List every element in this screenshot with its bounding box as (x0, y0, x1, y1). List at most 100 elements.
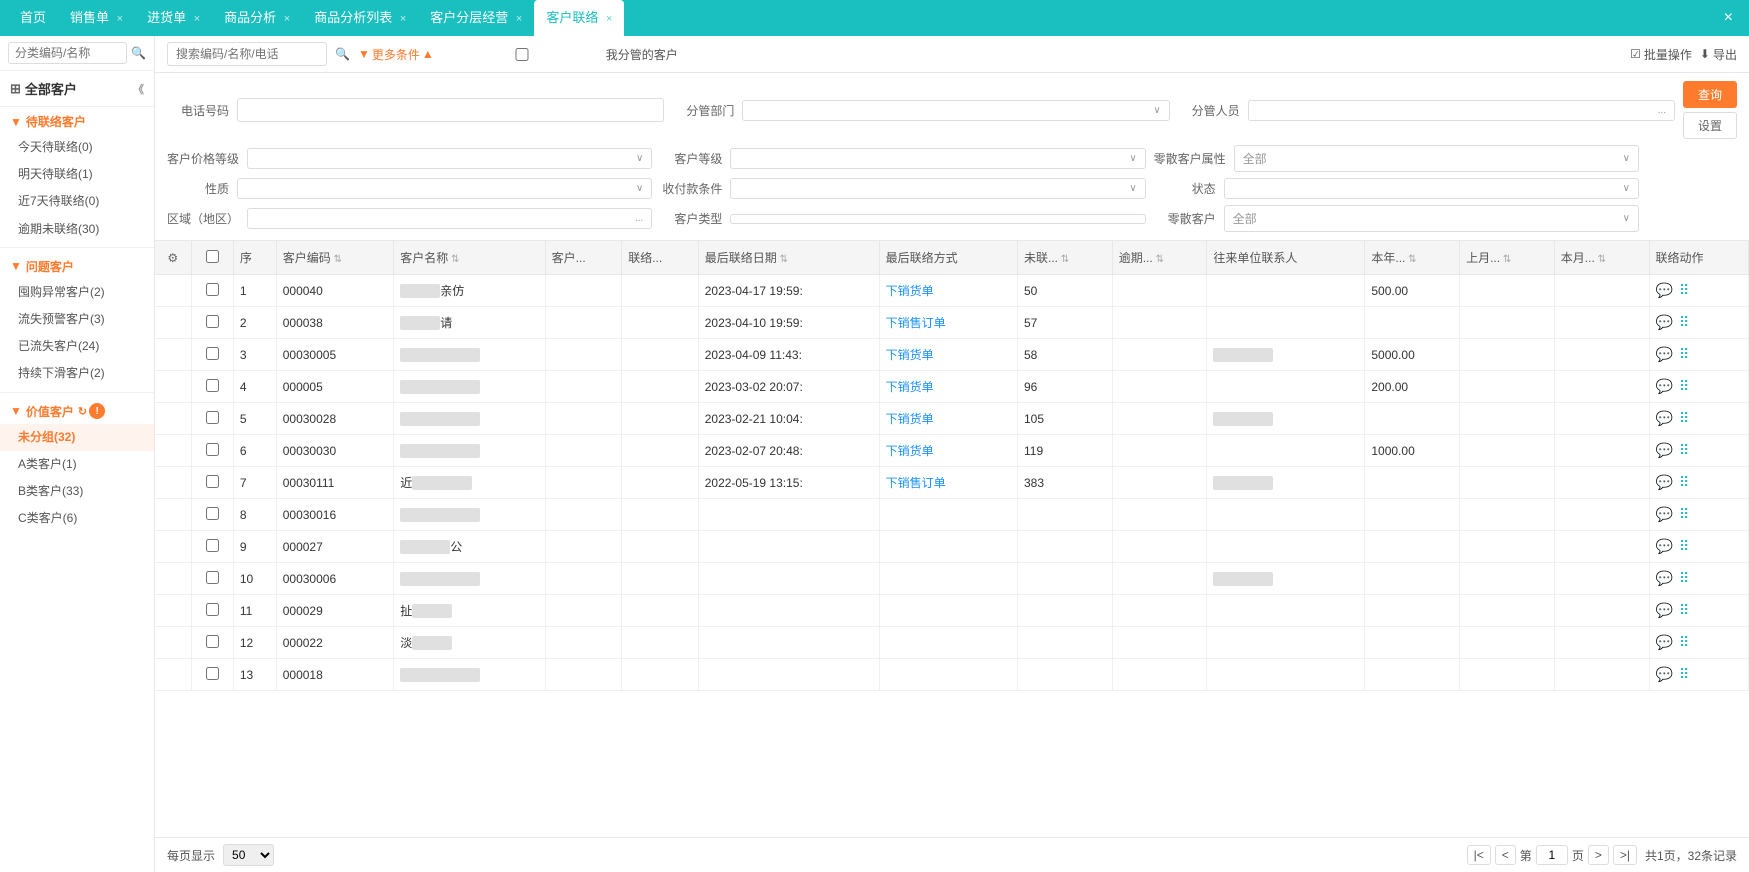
gear-column-header[interactable]: ⚙ (155, 241, 191, 275)
action-contact-icon[interactable]: 💬 (1656, 506, 1673, 523)
my-customers-checkbox-label[interactable]: 我分管的客户 (442, 46, 678, 63)
filter-status-select[interactable]: ∨ (1224, 178, 1639, 199)
window-close-button[interactable]: × (1716, 9, 1741, 27)
row-checkbox[interactable] (206, 379, 219, 392)
row-checkbox-cell[interactable] (191, 339, 233, 371)
code-column-header[interactable]: 客户编码 (276, 241, 394, 275)
row-last-contact-method[interactable]: 下销货单 (879, 275, 1017, 307)
more-conditions-btn[interactable]: ▼ 更多条件 ▲ (358, 46, 434, 63)
no-days-header[interactable]: 未联... (1017, 241, 1112, 275)
row-gear[interactable] (155, 659, 191, 691)
nav-purchase[interactable]: 进货单 × (135, 0, 212, 36)
row-checkbox[interactable] (206, 635, 219, 648)
row-checkbox[interactable] (206, 571, 219, 584)
row-checkbox-cell[interactable] (191, 307, 233, 339)
this-month-header[interactable]: 本月... (1554, 241, 1649, 275)
action-more-icon[interactable]: ⠿ (1679, 474, 1689, 491)
row-last-contact-method[interactable]: 下销货单 (879, 371, 1017, 403)
row-gear[interactable] (155, 435, 191, 467)
select-all-checkbox[interactable] (206, 250, 219, 263)
row-checkbox-cell[interactable] (191, 371, 233, 403)
nav-home[interactable]: 首页 (8, 0, 58, 36)
close-product-analysis-icon[interactable]: × (284, 13, 290, 25)
action-more-icon[interactable]: ⠿ (1679, 378, 1689, 395)
row-last-contact-method[interactable] (879, 595, 1017, 627)
row-checkbox-cell[interactable] (191, 531, 233, 563)
row-gear[interactable] (155, 563, 191, 595)
action-more-icon[interactable]: ⠿ (1679, 314, 1689, 331)
export-btn[interactable]: ⬇ 导出 (1700, 46, 1737, 63)
action-contact-icon[interactable]: 💬 (1656, 602, 1673, 619)
sidebar-search-input[interactable] (8, 42, 127, 64)
action-contact-icon[interactable]: 💬 (1656, 378, 1673, 395)
row-checkbox-cell[interactable] (191, 659, 233, 691)
close-contact-icon[interactable]: × (606, 13, 612, 25)
row-checkbox[interactable] (206, 507, 219, 520)
filter-manager-select[interactable]: ... (1248, 100, 1675, 121)
action-contact-icon[interactable]: 💬 (1656, 442, 1673, 459)
name-column-header[interactable]: 客户名称 (394, 241, 545, 275)
row-gear[interactable] (155, 339, 191, 371)
action-more-icon[interactable]: ⠿ (1679, 282, 1689, 299)
last-contact-date-header[interactable]: 最后联络日期 (698, 241, 879, 275)
row-gear[interactable] (155, 499, 191, 531)
nav-product-analysis-list[interactable]: 商品分析列表 × (302, 0, 418, 36)
row-checkbox[interactable] (206, 603, 219, 616)
row-gear[interactable] (155, 371, 191, 403)
first-page-btn[interactable]: |< (1467, 845, 1491, 865)
action-more-icon[interactable]: ⠿ (1679, 538, 1689, 555)
row-checkbox-cell[interactable] (191, 403, 233, 435)
row-last-contact-method[interactable] (879, 563, 1017, 595)
my-customers-checkbox[interactable] (442, 48, 602, 61)
action-more-icon[interactable]: ⠿ (1679, 602, 1689, 619)
checkbox-column-header[interactable] (191, 241, 233, 275)
filter-price-grade-select[interactable]: ∨ (247, 148, 652, 169)
action-contact-icon[interactable]: 💬 (1656, 666, 1673, 683)
nav-customer-segment[interactable]: 客户分层经营 × (418, 0, 534, 36)
row-checkbox-cell[interactable] (191, 595, 233, 627)
sidebar-collapse-icon[interactable]: 《 (133, 81, 144, 97)
sidebar-item-overdue-pending[interactable]: 逾期未联络(30) (0, 216, 154, 243)
row-gear[interactable] (155, 275, 191, 307)
row-checkbox[interactable] (206, 347, 219, 360)
row-checkbox-cell[interactable] (191, 435, 233, 467)
filter-dept-select[interactable]: ∨ (742, 100, 1169, 121)
row-gear[interactable] (155, 403, 191, 435)
row-gear[interactable] (155, 627, 191, 659)
filter-payment-select[interactable]: ∨ (730, 178, 1145, 199)
filter-retail-select[interactable]: 全部 ∨ (1224, 205, 1639, 232)
row-gear[interactable] (155, 467, 191, 499)
action-contact-icon[interactable]: 💬 (1656, 282, 1673, 299)
action-contact-icon[interactable]: 💬 (1656, 346, 1673, 363)
batch-ops-btn[interactable]: ☑ 批量操作 (1630, 46, 1692, 63)
row-checkbox[interactable] (206, 315, 219, 328)
per-page-select[interactable]: 50 100 200 (223, 844, 274, 866)
nav-customer-contact[interactable]: 客户联络 × (534, 0, 624, 36)
sidebar-item-churn-warning[interactable]: 流失预警客户(3) (0, 306, 154, 333)
row-checkbox-cell[interactable] (191, 499, 233, 531)
row-last-contact-method[interactable]: 下销货单 (879, 403, 1017, 435)
action-more-icon[interactable]: ⠿ (1679, 410, 1689, 427)
last-page-btn[interactable]: >| (1613, 845, 1637, 865)
sidebar-item-class-a[interactable]: A类客户(1) (0, 451, 154, 478)
action-contact-icon[interactable]: 💬 (1656, 634, 1673, 651)
action-more-icon[interactable]: ⠿ (1679, 346, 1689, 363)
row-checkbox-cell[interactable] (191, 627, 233, 659)
row-last-contact-method[interactable] (879, 627, 1017, 659)
sidebar-all-customers[interactable]: ⊞ 全部客户 《 (0, 71, 154, 107)
row-last-contact-method[interactable] (879, 659, 1017, 691)
close-segment-icon[interactable]: × (516, 13, 522, 25)
action-more-icon[interactable]: ⠿ (1679, 666, 1689, 683)
sidebar-item-class-b[interactable]: B类客户(33) (0, 478, 154, 505)
filter-nature-select[interactable]: ∨ (237, 178, 652, 199)
next-page-btn[interactable]: > (1588, 845, 1609, 865)
sidebar-item-today-pending[interactable]: 今天待联络(0) (0, 134, 154, 161)
row-gear[interactable] (155, 595, 191, 627)
search-input[interactable] (167, 42, 327, 66)
sidebar-item-abnormal[interactable]: 囤购异常客户(2) (0, 279, 154, 306)
action-more-icon[interactable]: ⠿ (1679, 442, 1689, 459)
sidebar-item-tomorrow-pending[interactable]: 明天待联络(1) (0, 161, 154, 188)
row-last-contact-method[interactable]: 下销售订单 (879, 467, 1017, 499)
action-contact-icon[interactable]: 💬 (1656, 314, 1673, 331)
row-checkbox[interactable] (206, 539, 219, 552)
